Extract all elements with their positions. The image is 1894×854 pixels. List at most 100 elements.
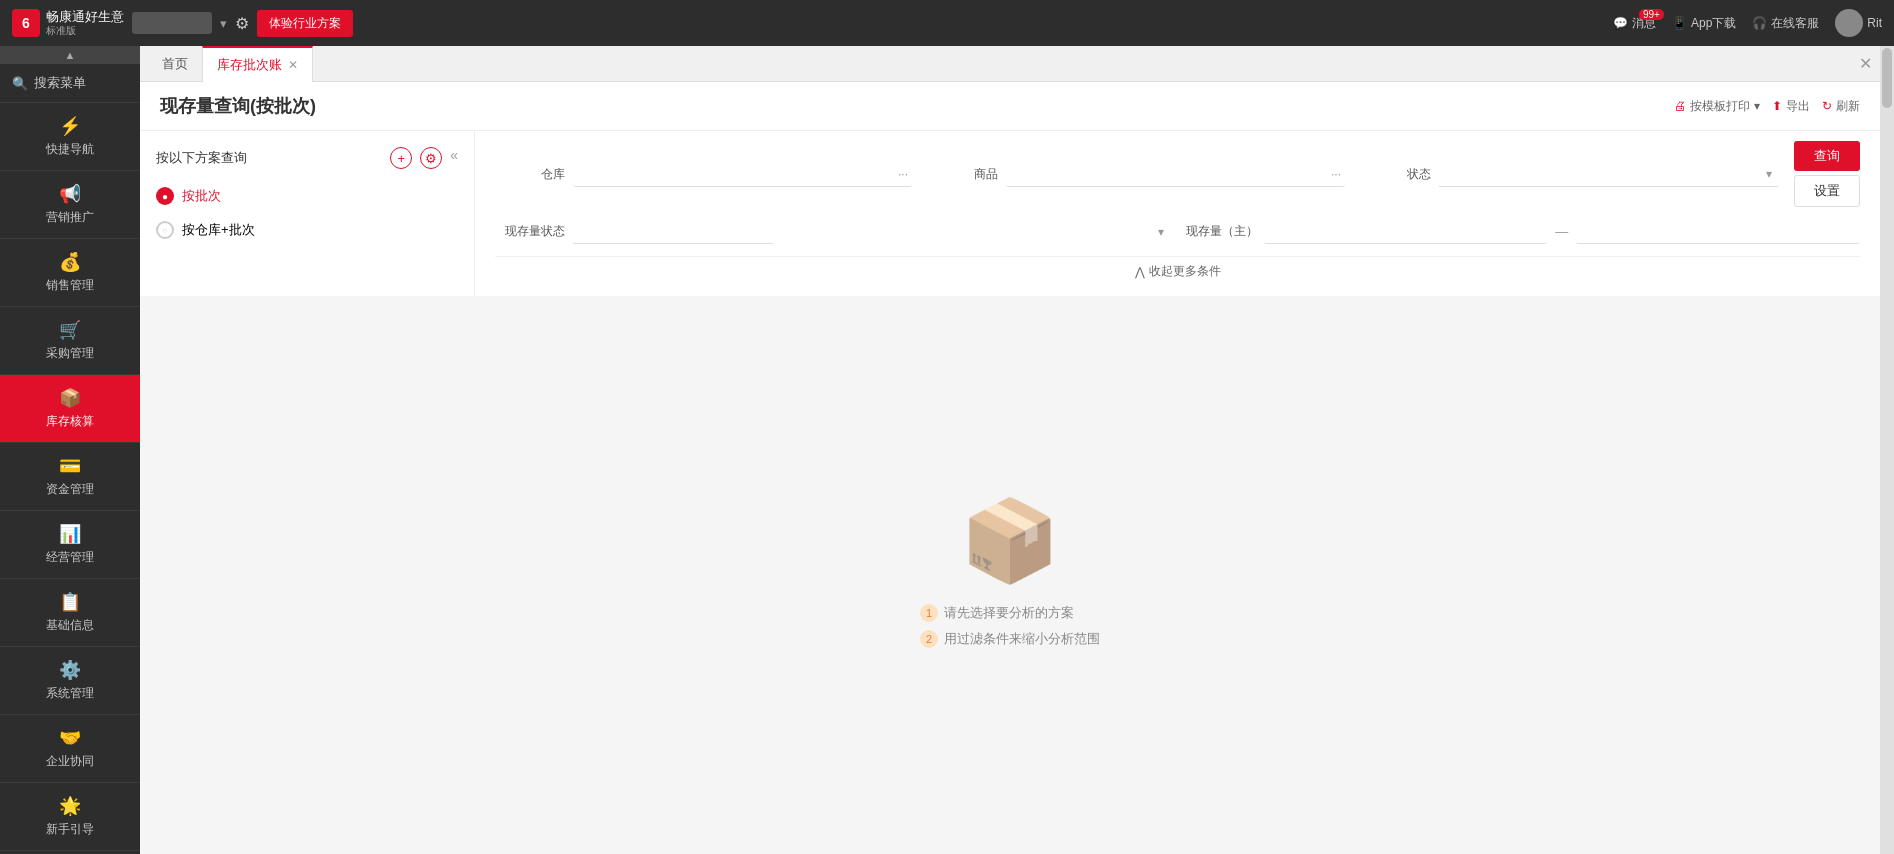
empty-tip-1-text: 请先选择要分析的方案 <box>944 604 1074 622</box>
app-download-label: App下载 <box>1691 15 1736 32</box>
tab-batch-account-label: 库存批次账 <box>217 56 282 74</box>
sidebar-newguide-label: 新手引导 <box>46 821 94 838</box>
warehouse-input[interactable] <box>573 162 912 187</box>
online-service-label: 在线客服 <box>1771 15 1819 32</box>
status-label: 状态 <box>1361 166 1431 183</box>
sidebar-scroll-up[interactable]: ▲ <box>0 46 140 64</box>
trial-button[interactable]: 体验行业方案 <box>257 10 353 37</box>
sidebar-inventory-label: 库存核算 <box>46 413 94 430</box>
tabs-bar: 首页 库存批次账 ✕ ✕ <box>140 46 1880 82</box>
message-icon: 💬 <box>1613 16 1628 30</box>
goods-input-wrapper: ··· <box>1006 162 1345 187</box>
top-bar-left: 6 畅康通好生意 标准版 ▾ ⚙ 体验行业方案 <box>12 9 353 37</box>
stock-qty-label: 现存量（主） <box>1186 223 1256 240</box>
top-bar: 6 畅康通好生意 标准版 ▾ ⚙ 体验行业方案 💬 消息 99+ 📱 App下载… <box>0 0 1894 46</box>
stock-qty-to-input[interactable] <box>1576 219 1860 244</box>
page-title: 现存量查询(按批次) <box>160 94 316 118</box>
empty-tip-2: 2 用过滤条件来缩小分析范围 <box>920 630 1100 648</box>
system-icon: ⚙️ <box>59 659 81 681</box>
sidebar-item-finance[interactable]: 💳 资金管理 <box>0 443 140 511</box>
sidebar-item-enterprise[interactable]: 🤝 企业协同 <box>0 715 140 783</box>
sidebar-item-newguide[interactable]: 🌟 新手引导 <box>0 783 140 851</box>
messages-btn[interactable]: 💬 消息 99+ <box>1613 15 1656 32</box>
inactive-scheme-dot: ○ <box>156 221 174 239</box>
sidebar-basic-label: 基础信息 <box>46 617 94 634</box>
settings-icon[interactable]: ⚙ <box>235 14 249 33</box>
scheme-by-batch[interactable]: ● 按批次 <box>140 179 474 213</box>
chevron-up-icon: ⋀ <box>1135 265 1145 279</box>
sidebar-system-label: 系统管理 <box>46 685 94 702</box>
stock-status-label: 现存量状态 <box>495 223 565 240</box>
goods-input[interactable] <box>1006 162 1345 187</box>
app-edition: 标准版 <box>46 25 124 37</box>
sidebar-item-purchase[interactable]: 🛒 采购管理 <box>0 307 140 375</box>
refresh-btn[interactable]: ↻ 刷新 <box>1822 98 1860 115</box>
empty-tip-1: 1 请先选择要分析的方案 <box>920 604 1100 622</box>
sidebar-item-quicknav[interactable]: ⚡ 快捷导航 <box>0 103 140 171</box>
avatar <box>1835 9 1863 37</box>
app-download-btn[interactable]: 📱 App下载 <box>1672 15 1736 32</box>
right-scrollbar[interactable] <box>1880 46 1894 854</box>
search-input[interactable] <box>132 12 212 34</box>
stock-status-select-wrapper: ▾ <box>573 219 1170 244</box>
top-bar-right: 💬 消息 99+ 📱 App下载 🎧 在线客服 Rit <box>1613 9 1882 37</box>
action-btns: 查询 设置 <box>1794 141 1860 207</box>
scheme-settings-icon: ⚙ <box>425 151 437 166</box>
scrollbar-handle[interactable] <box>1882 48 1892 108</box>
query-button[interactable]: 查询 <box>1794 141 1860 171</box>
scheme-by-warehouse-batch[interactable]: ○ 按仓库+批次 <box>140 213 474 247</box>
filter-fields: 仓库 ··· 商品 ··· <box>475 131 1880 296</box>
print-icon: 🖨 <box>1674 99 1686 113</box>
online-service-btn[interactable]: 🎧 在线客服 <box>1752 15 1819 32</box>
status-select[interactable] <box>1439 162 1778 187</box>
sidebar-item-basic[interactable]: 📋 基础信息 <box>0 579 140 647</box>
collapse-more-btn[interactable]: ⋀ 收起更多条件 <box>495 256 1860 286</box>
user-name: Rit <box>1867 16 1882 30</box>
tab-batch-account[interactable]: 库存批次账 ✕ <box>202 46 313 82</box>
content-area: 首页 库存批次账 ✕ ✕ 现存量查询(按批次) 🖨 按模板打印 ▾ ⬆ 导出 <box>140 46 1880 854</box>
print-dropdown-icon[interactable]: ▾ <box>1754 99 1760 113</box>
sidebar-finance-label: 资金管理 <box>46 481 94 498</box>
scheme-settings-btn[interactable]: ⚙ <box>420 147 442 169</box>
settings-button[interactable]: 设置 <box>1794 175 1860 207</box>
basic-icon: 📋 <box>59 591 81 613</box>
sidebar-item-marketing[interactable]: 📢 营销推广 <box>0 171 140 239</box>
sidebar-operations-label: 经营管理 <box>46 549 94 566</box>
inventory-icon: 📦 <box>59 387 81 409</box>
sidebar-item-inventory[interactable]: 📦 库存核算 <box>0 375 140 443</box>
filter-sidebar-title: 按以下方案查询 <box>156 149 247 167</box>
sidebar-sales-label: 销售管理 <box>46 277 94 294</box>
logo-area: 6 畅康通好生意 标准版 <box>12 9 124 37</box>
print-label: 按模板打印 <box>1690 98 1750 115</box>
user-menu-btn[interactable]: Rit <box>1835 9 1882 37</box>
app-download-icon: 📱 <box>1672 16 1687 30</box>
logo-icon: 6 <box>12 9 40 37</box>
warehouse-dots-btn[interactable]: ··· <box>898 167 908 181</box>
tab-close-icon[interactable]: ✕ <box>288 58 298 72</box>
empty-illustration: 📦 <box>960 494 1060 588</box>
search-dropdown-icon[interactable]: ▾ <box>220 16 227 31</box>
print-btn[interactable]: 🖨 按模板打印 ▾ <box>1674 98 1760 115</box>
export-btn[interactable]: ⬆ 导出 <box>1772 98 1810 115</box>
goods-dots-btn[interactable]: ··· <box>1331 167 1341 181</box>
export-icon: ⬆ <box>1772 99 1782 113</box>
tab-home[interactable]: 首页 <box>148 47 202 81</box>
header-actions: 🖨 按模板打印 ▾ ⬆ 导出 ↻ 刷新 <box>1674 98 1860 115</box>
sidebar-enterprise-label: 企业协同 <box>46 753 94 770</box>
filter-sidebar-header: 按以下方案查询 + ⚙ « <box>140 141 474 179</box>
stock-qty-from-input[interactable] <box>1264 219 1548 244</box>
stock-status-select[interactable] <box>573 219 773 244</box>
sidebar-item-system[interactable]: ⚙️ 系统管理 <box>0 647 140 715</box>
sidebar-item-search[interactable]: 🔍 搜索菜单 <box>0 64 140 103</box>
operations-icon: 📊 <box>59 523 81 545</box>
filter-group-stock-status: 现存量状态 ▾ <box>495 219 1170 244</box>
app-name-text: 畅康通好生意 <box>46 9 124 24</box>
enterprise-icon: 🤝 <box>59 727 81 749</box>
panel-close-button[interactable]: ✕ <box>1859 54 1872 73</box>
add-scheme-btn[interactable]: + <box>390 147 412 169</box>
status-select-wrapper: ▾ <box>1439 162 1778 187</box>
sidebar-item-sales[interactable]: 💰 销售管理 <box>0 239 140 307</box>
collapse-sidebar-btn[interactable]: « <box>450 147 458 169</box>
filter-sidebar-actions: + ⚙ « <box>390 147 458 169</box>
sidebar-item-operations[interactable]: 📊 经营管理 <box>0 511 140 579</box>
